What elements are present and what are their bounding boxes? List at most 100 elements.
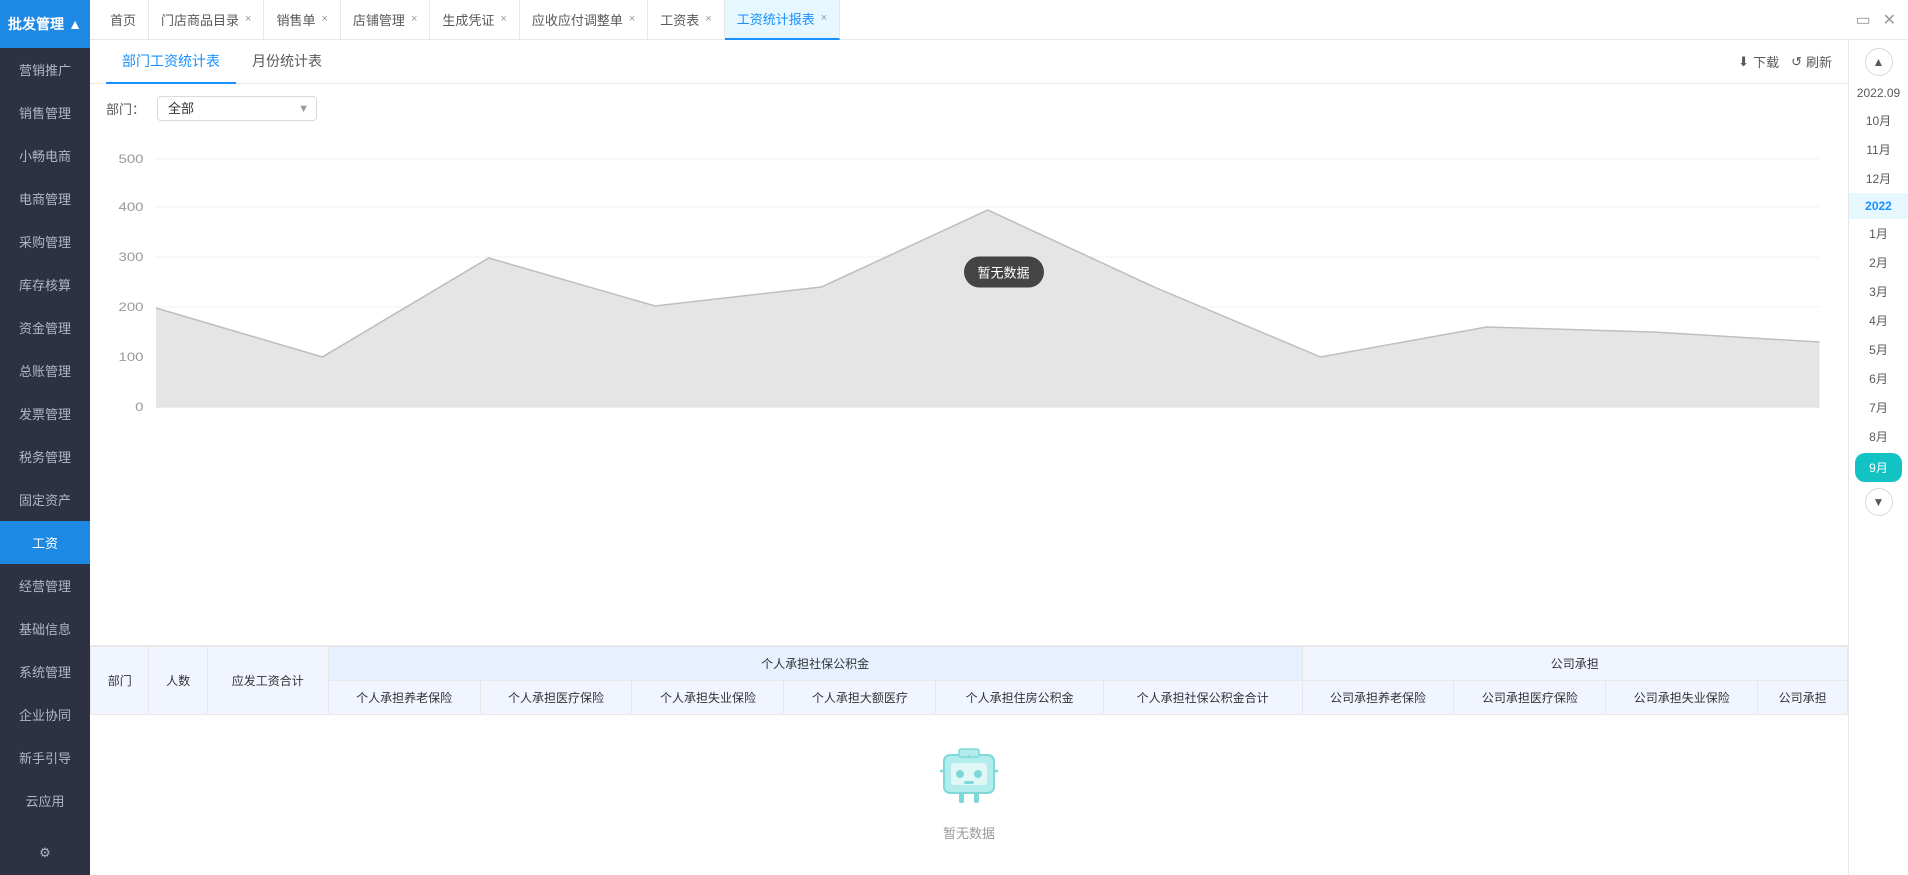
sidebar-item-marketing[interactable]: 营销推广 <box>0 48 90 91</box>
tab-payroll-close[interactable]: × <box>705 14 711 25</box>
svg-text:400: 400 <box>118 200 144 213</box>
svg-text:500: 500 <box>118 152 144 165</box>
timeline-year-2022[interactable]: 2022.09 <box>1849 80 1908 106</box>
dept-select-wrapper: 全部 销售部 财务部 行政部 技术部 ▼ <box>157 96 317 121</box>
close-all-icon[interactable]: ✕ <box>1879 6 1900 34</box>
sidebar-item-finance[interactable]: 资金管理 <box>0 306 90 349</box>
timeline-down-button[interactable]: ▼ <box>1865 488 1893 516</box>
sidebar-item-ecommerce[interactable]: 电商管理 <box>0 177 90 220</box>
sidebar-item-sales[interactable]: 销售管理 <box>0 91 90 134</box>
tab-sales-order[interactable]: 销售单 × <box>264 0 340 40</box>
tab-catalog[interactable]: 门店商品目录 × <box>149 0 264 40</box>
tab-bar-actions: ▭ ✕ <box>1851 6 1900 34</box>
sub-tab-actions: ⬇ 下载 ↺ 刷新 <box>1738 52 1832 71</box>
refresh-icon: ↺ <box>1791 54 1802 70</box>
tab-salary-report-close[interactable]: × <box>821 13 827 24</box>
dec-label: 12月 <box>1866 170 1891 187</box>
tab-voucher-close[interactable]: × <box>500 14 506 25</box>
sidebar-item-salary[interactable]: 工资 <box>0 521 90 564</box>
sidebar-item-purchase[interactable]: 采购管理 <box>0 220 90 263</box>
svg-text:300: 300 <box>118 250 144 263</box>
sidebar-item-ecommerce-small[interactable]: 小畅电商 <box>0 134 90 177</box>
year-2023-label: 2022 <box>1865 199 1892 213</box>
timeline-dec[interactable]: 12月 <box>1849 164 1908 193</box>
tab-store-mgmt[interactable]: 店铺管理 × <box>341 0 430 40</box>
tab-receivable-close[interactable]: × <box>629 14 635 25</box>
col-dept: 部门 <box>91 647 149 715</box>
sidebar-item-assets[interactable]: 固定资产 <box>0 478 90 521</box>
mar-label: 3月 <box>1869 283 1888 300</box>
timeline-jan[interactable]: 1月 <box>1849 219 1908 248</box>
nov-label: 11月 <box>1866 141 1890 158</box>
tab-receivable[interactable]: 应收应付调整单 × <box>520 0 648 40</box>
sidebar-item-guide[interactable]: 新手引导 <box>0 736 90 779</box>
col-company-unemployment: 公司承担失业保险 <box>1606 681 1758 715</box>
aug-label: 8月 <box>1869 428 1888 445</box>
timeline-panel: ▲ 2022.09 10月 11月 12月 2022 1月 2月 <box>1848 40 1908 875</box>
sidebar-item-inventory[interactable]: 库存核算 <box>0 263 90 306</box>
jul-label: 7月 <box>1869 399 1888 416</box>
svg-text:200: 200 <box>118 300 144 313</box>
sub-tab-bar: 部门工资统计表 月份统计表 ⬇ 下载 ↺ 刷新 <box>90 40 1848 84</box>
tab-home[interactable]: 首页 <box>98 0 149 40</box>
timeline-year-2023[interactable]: 2022 <box>1849 193 1908 219</box>
jan-label: 1月 <box>1869 225 1888 242</box>
tab-catalog-label: 门店商品目录 <box>161 10 239 29</box>
timeline-jul[interactable]: 7月 <box>1849 393 1908 422</box>
content-area: 部门工资统计表 月份统计表 ⬇ 下载 ↺ 刷新 <box>90 40 1908 875</box>
tab-voucher-label: 生成凭证 <box>442 10 494 29</box>
col-company-more: 公司承担 <box>1758 681 1848 715</box>
download-icon: ⬇ <box>1738 54 1749 70</box>
timeline-jun[interactable]: 6月 <box>1849 364 1908 393</box>
timeline-may[interactable]: 5月 <box>1849 335 1908 364</box>
timeline-oct[interactable]: 10月 <box>1849 106 1908 135</box>
timeline-apr[interactable]: 4月 <box>1849 306 1908 335</box>
tab-salary-report-label: 工资统计报表 <box>737 9 815 28</box>
sidebar-header[interactable]: 批发管理 ▲ <box>0 0 90 48</box>
timeline-up-button[interactable]: ▲ <box>1865 48 1893 76</box>
empty-illustration <box>929 735 1009 815</box>
col-total: 应发工资合计 <box>207 647 328 715</box>
sidebar-item-system[interactable]: 系统管理 <box>0 650 90 693</box>
tab-payroll[interactable]: 工资表 × <box>648 0 724 40</box>
dept-filter-label: 部门： <box>106 99 145 118</box>
sidebar-item-ledger[interactable]: 总账管理 <box>0 349 90 392</box>
download-button[interactable]: ⬇ 下载 <box>1738 52 1779 71</box>
tab-voucher[interactable]: 生成凭证 × <box>430 0 519 40</box>
timeline-feb[interactable]: 2月 <box>1849 248 1908 277</box>
tab-payroll-label: 工资表 <box>660 10 699 29</box>
sub-tabs: 部门工资统计表 月份统计表 <box>106 40 338 84</box>
tab-sales-close[interactable]: × <box>321 14 327 25</box>
col-personal-unemployment: 个人承担失业保险 <box>632 681 784 715</box>
refresh-label: 刷新 <box>1806 52 1832 71</box>
restore-icon[interactable]: ▭ <box>1851 6 1874 34</box>
sidebar-title: 批发管理 <box>8 14 64 34</box>
tab-store-close[interactable]: × <box>411 14 417 25</box>
tab-sales-label: 销售单 <box>276 10 315 29</box>
timeline-aug[interactable]: 8月 <box>1849 422 1908 451</box>
timeline-mar[interactable]: 3月 <box>1849 277 1908 306</box>
tab-catalog-close[interactable]: × <box>245 14 251 25</box>
timeline-sep-active[interactable]: 9月 <box>1855 453 1902 482</box>
refresh-button[interactable]: ↺ 刷新 <box>1791 52 1832 71</box>
sidebar-item-basic[interactable]: 基础信息 <box>0 607 90 650</box>
col-count: 人数 <box>149 647 207 715</box>
tab-dept-stats[interactable]: 部门工资统计表 <box>106 40 236 84</box>
dept-select[interactable]: 全部 销售部 财务部 行政部 技术部 <box>157 96 317 121</box>
sidebar: 批发管理 ▲ 营销推广 销售管理 小畅电商 电商管理 采购管理 库存核算 资金管… <box>0 0 90 875</box>
sidebar-item-invoice[interactable]: 发票管理 <box>0 392 90 435</box>
tab-store-label: 店铺管理 <box>353 10 405 29</box>
sidebar-item-operation[interactable]: 经营管理 <box>0 564 90 607</box>
tab-month-stats[interactable]: 月份统计表 <box>236 40 338 84</box>
timeline-nov[interactable]: 11月 <box>1849 135 1908 164</box>
tab-salary-report[interactable]: 工资统计报表 × <box>725 0 840 40</box>
sidebar-item-enterprise[interactable]: 企业协同 <box>0 693 90 736</box>
salary-table: 部门 人数 应发工资合计 个人承担社保公积金 公司承担 个人承担养老保险 个人承… <box>90 646 1848 715</box>
sidebar-item-tax[interactable]: 税务管理 <box>0 435 90 478</box>
sidebar-arrow: ▲ <box>68 16 82 32</box>
sidebar-settings[interactable]: ⚙ <box>0 831 90 875</box>
svg-text:0: 0 <box>135 400 144 413</box>
table-area[interactable]: 部门 人数 应发工资合计 个人承担社保公积金 公司承担 个人承担养老保险 个人承… <box>90 645 1848 875</box>
sidebar-item-cloud[interactable]: 云应用 <box>0 779 90 822</box>
svg-text:100: 100 <box>118 350 144 363</box>
